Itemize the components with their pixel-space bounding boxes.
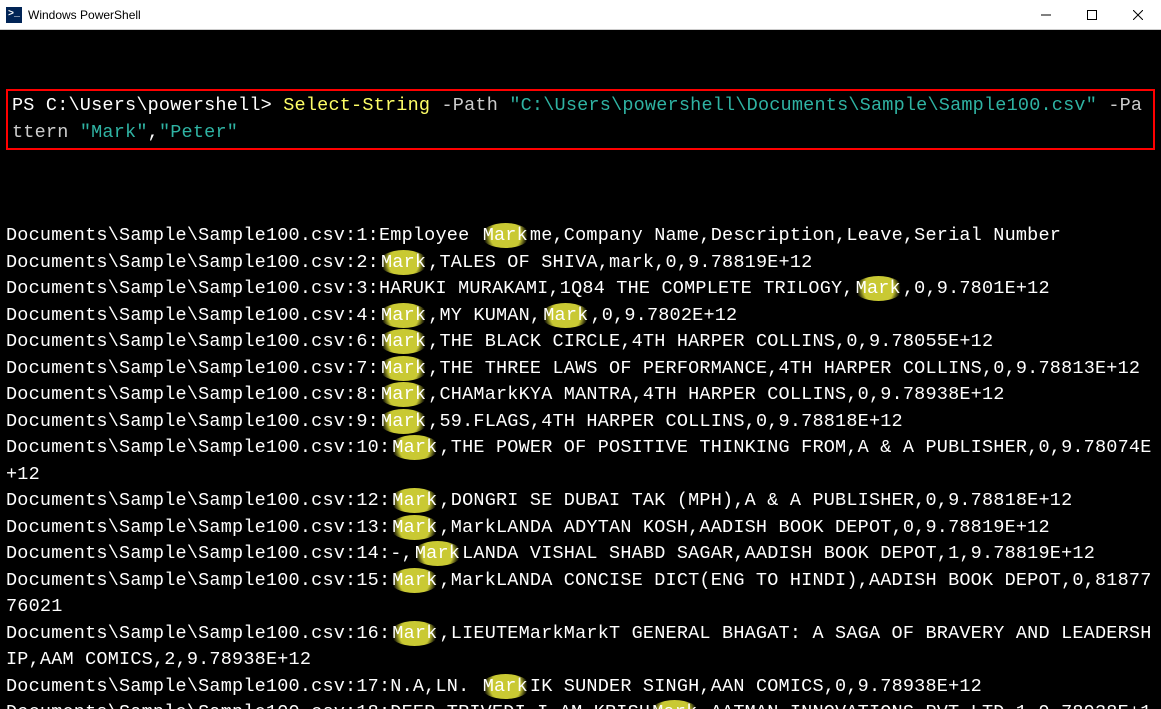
output-line: Documents\Sample\Sample100.csv:9:Mark,59…: [6, 409, 1155, 436]
minimize-button[interactable]: [1023, 0, 1069, 30]
output-text: ,MarkLANDA ADYTAN KOSH,AADISH BOOK DEPOT…: [439, 517, 1049, 538]
match-highlight: Mark: [854, 276, 903, 301]
output-line: Documents\Sample\Sample100.csv:16:Mark,L…: [6, 621, 1155, 674]
cmdlet-name: Select-String: [283, 95, 430, 116]
match-highlight: Mark: [390, 515, 439, 540]
window-title: Windows PowerShell: [28, 8, 141, 22]
output-text: ,0,9.7802E+12: [590, 305, 737, 326]
match-highlight: Mark: [541, 303, 590, 328]
match-highlight: Mark: [390, 568, 439, 593]
output-text: Documents\Sample\Sample100.csv:6:: [6, 331, 379, 352]
output-line: Documents\Sample\Sample100.csv:6:Mark,TH…: [6, 329, 1155, 356]
output-text: IK SUNDER SINGH,AAN COMICS,0,9.78938E+12: [530, 676, 982, 697]
output-text: ,CHAMarkKYA MANTRA,4TH HARPER COLLINS,0,…: [428, 384, 1004, 405]
match-highlight: Mark: [390, 488, 439, 513]
maximize-button[interactable]: [1069, 0, 1115, 30]
output-text: Documents\Sample\Sample100.csv:15:: [6, 570, 390, 591]
match-highlight: Mark: [379, 382, 428, 407]
output-line: Documents\Sample\Sample100.csv:7:Mark,TH…: [6, 356, 1155, 383]
match-highlight: Mark: [481, 674, 530, 699]
match-highlight: Mark: [379, 409, 428, 434]
match-highlight: Mark: [379, 329, 428, 354]
prompt-text: PS C:\Users\powershell>: [12, 95, 283, 116]
output-text: Documents\Sample\Sample100.csv:10:: [6, 437, 390, 458]
output-line: Documents\Sample\Sample100.csv:1:Employe…: [6, 223, 1155, 250]
arg-path: "C:\Users\powershell\Documents\Sample\Sa…: [509, 95, 1097, 116]
output-line: Documents\Sample\Sample100.csv:12:Mark,D…: [6, 488, 1155, 515]
close-button[interactable]: [1115, 0, 1161, 30]
powershell-icon: >_: [6, 7, 22, 23]
output-text: Documents\Sample\Sample100.csv:14:-,: [6, 543, 413, 564]
output-text: Documents\Sample\Sample100.csv:12:: [6, 490, 390, 511]
arg-pattern-2: "Peter": [159, 122, 238, 143]
output-text: Documents\Sample\Sample100.csv:1:Employe…: [6, 225, 481, 246]
output-text: ,TALES OF SHIVA,mark,0,9.78819E+12: [428, 252, 812, 273]
output-text: Documents\Sample\Sample100.csv:18:DEEP T…: [6, 702, 650, 709]
comma-separator: ,: [148, 122, 159, 143]
output-text: me,Company Name,Description,Leave,Serial…: [530, 225, 1061, 246]
match-highlight: Mark: [379, 250, 428, 275]
output-line: Documents\Sample\Sample100.csv:14:-,Mark…: [6, 541, 1155, 568]
output-text: Documents\Sample\Sample100.csv:7:: [6, 358, 379, 379]
match-highlight: Mark: [379, 303, 428, 328]
output-text: ,59.FLAGS,4TH HARPER COLLINS,0,9.78818E+…: [428, 411, 903, 432]
match-highlight: Mark: [379, 356, 428, 381]
output-text: Documents\Sample\Sample100.csv:13:: [6, 517, 390, 538]
output-text: ,0,9.7801E+12: [903, 278, 1050, 299]
output-line: Documents\Sample\Sample100.csv:15:Mark,M…: [6, 568, 1155, 621]
output-line: Documents\Sample\Sample100.csv:3:HARUKI …: [6, 276, 1155, 303]
output-line: Documents\Sample\Sample100.csv:13:Mark,M…: [6, 515, 1155, 542]
match-highlight: Mark: [650, 700, 699, 709]
command-highlight-box: PS C:\Users\powershell> Select-String -P…: [6, 89, 1155, 150]
output-text: Documents\Sample\Sample100.csv:4:: [6, 305, 379, 326]
output-text: Documents\Sample\Sample100.csv:3:HARUKI …: [6, 278, 854, 299]
output-text: Documents\Sample\Sample100.csv:2:: [6, 252, 379, 273]
output-text: Documents\Sample\Sample100.csv:17:N.A,LN…: [6, 676, 481, 697]
terminal-area[interactable]: PS C:\Users\powershell> Select-String -P…: [0, 30, 1161, 709]
output-line: Documents\Sample\Sample100.csv:17:N.A,LN…: [6, 674, 1155, 701]
output-line: Documents\Sample\Sample100.csv:4:Mark,MY…: [6, 303, 1155, 330]
match-highlight: Mark: [390, 435, 439, 460]
match-highlight: Mark: [413, 541, 462, 566]
output-text: LANDA VISHAL SHABD SAGAR,AADISH BOOK DEP…: [462, 543, 1095, 564]
output-block: Documents\Sample\Sample100.csv:1:Employe…: [6, 223, 1155, 709]
output-line: Documents\Sample\Sample100.csv:8:Mark,CH…: [6, 382, 1155, 409]
match-highlight: Mark: [481, 223, 530, 248]
window-buttons: [1023, 0, 1161, 30]
output-text: ,DONGRI SE DUBAI TAK (MPH),A & A PUBLISH…: [439, 490, 1072, 511]
output-text: Documents\Sample\Sample100.csv:8:: [6, 384, 379, 405]
window-titlebar: >_ Windows PowerShell: [0, 0, 1161, 30]
output-line: Documents\Sample\Sample100.csv:10:Mark,T…: [6, 435, 1155, 488]
output-line: Documents\Sample\Sample100.csv:2:Mark,TA…: [6, 250, 1155, 277]
output-text: Documents\Sample\Sample100.csv:16:: [6, 623, 390, 644]
output-line: Documents\Sample\Sample100.csv:18:DEEP T…: [6, 700, 1155, 709]
output-text: ,THE BLACK CIRCLE,4TH HARPER COLLINS,0,9…: [428, 331, 993, 352]
match-highlight: Mark: [390, 621, 439, 646]
output-text: Documents\Sample\Sample100.csv:9:: [6, 411, 379, 432]
powershell-icon-glyph: >_: [8, 9, 20, 20]
arg-pattern-1: "Mark": [80, 122, 148, 143]
output-text: ,THE THREE LAWS OF PERFORMANCE,4TH HARPE…: [428, 358, 1140, 379]
param-path: -Path: [430, 95, 509, 116]
output-text: ,MY KUMAN,: [428, 305, 541, 326]
